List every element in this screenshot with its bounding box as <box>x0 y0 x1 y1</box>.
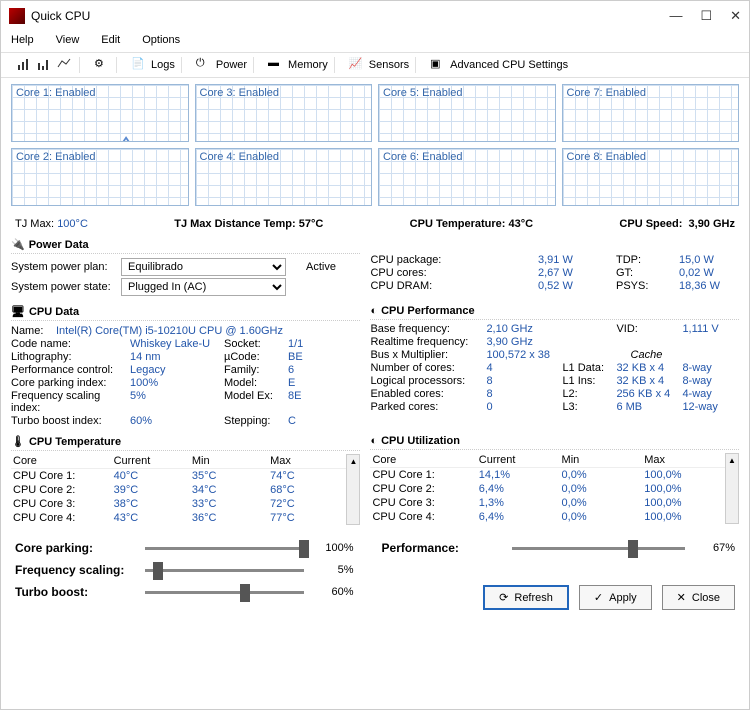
sensors-button[interactable]: Sensors <box>369 59 409 71</box>
menu-view[interactable]: View <box>56 34 80 46</box>
core-graph-3[interactable]: Core 3: Enabled <box>195 84 373 142</box>
cpu-data-section: 🖥CPU Data Name:Intel(R) Core(TM) i5-1021… <box>11 303 360 427</box>
window-title: Quick CPU <box>31 9 669 23</box>
core-graph-8[interactable]: Core 8: Enabled <box>562 148 740 206</box>
cpu-icon: ▣ <box>430 57 446 73</box>
memory-button[interactable]: Memory <box>288 59 328 71</box>
gauge-icon: ◐ <box>370 435 377 447</box>
frequency-slider[interactable] <box>145 569 304 572</box>
toolbar: ⚙ 📄 Logs ⏻ Power ▬ Memory 📈 Sensors ▣ Advance… <box>1 52 749 78</box>
memory-icon: ▬ <box>268 57 284 73</box>
sensors-icon: 📈 <box>349 57 365 73</box>
power-data-section: 🔌Power Data System power plan:Equilibrad… <box>11 236 360 297</box>
status-bar: TJ Max: 100°C TJ Max Distance Temp: 57°C… <box>1 212 749 236</box>
table-row: CPU Core 3:38°C33°C72°C <box>11 497 346 511</box>
power-icon: ⏻ <box>196 57 212 73</box>
chart3-icon[interactable] <box>57 57 73 73</box>
refresh-icon: ⟳ <box>499 591 508 604</box>
check-icon: ✓ <box>594 591 603 604</box>
temp-scrollbar[interactable] <box>346 454 360 525</box>
core-graph-7[interactable]: Core 7: Enabled <box>562 84 740 142</box>
plug-icon: 🔌 <box>11 238 25 251</box>
table-row: CPU Core 4:6,4%0,0%100,0% <box>370 510 725 524</box>
cpu-util-section: ◐CPU Utilization CoreCurrentMinMax CPU C… <box>370 433 739 525</box>
monitor-icon: 🖥 <box>11 305 25 318</box>
thermometer-icon: 🌡 <box>11 435 25 448</box>
maximize-button[interactable]: ☐ <box>700 8 712 24</box>
core-graph-5[interactable]: Core 5: Enabled <box>378 84 556 142</box>
performance-slider[interactable] <box>512 547 685 550</box>
close-icon: ✕ <box>677 591 686 604</box>
cpu-temp-section: 🌡CPU Temperature CoreCurrentMinMax CPU C… <box>11 433 360 525</box>
core-graph-1[interactable]: Core 1: Enabled <box>11 84 189 142</box>
menu-edit[interactable]: Edit <box>101 34 120 46</box>
app-icon <box>9 8 25 24</box>
power-button[interactable]: Power <box>216 59 247 71</box>
table-row: CPU Core 4:43°C36°C77°C <box>11 511 346 525</box>
turbo-slider[interactable] <box>145 591 304 594</box>
core-graph-2[interactable]: Core 2: Enabled <box>11 148 189 206</box>
logs-button[interactable]: Logs <box>151 59 175 71</box>
table-row: CPU Core 2:6,4%0,0%100,0% <box>370 482 725 496</box>
menu-help[interactable]: Help <box>11 34 34 46</box>
core-graphs: Core 1: Enabled Core 3: Enabled Core 5: … <box>1 78 749 212</box>
power-state-select[interactable]: Plugged In (AC) <box>121 278 286 296</box>
power-plan-select[interactable]: Equilibrado <box>121 258 286 276</box>
table-row: CPU Core 1:40°C35°C74°C <box>11 469 346 483</box>
core-graph-4[interactable]: Core 4: Enabled <box>195 148 373 206</box>
minimize-button[interactable]: — <box>669 8 682 24</box>
gear-icon[interactable]: ⚙ <box>94 57 110 73</box>
core-graph-6[interactable]: Core 6: Enabled <box>378 148 556 206</box>
close-button[interactable]: ✕ <box>730 8 741 24</box>
core-parking-slider[interactable] <box>145 547 304 550</box>
chart2-icon[interactable] <box>37 57 53 73</box>
advanced-button[interactable]: Advanced CPU Settings <box>450 59 568 71</box>
titlebar: Quick CPU — ☐ ✕ <box>1 1 749 31</box>
util-scrollbar[interactable] <box>725 453 739 524</box>
cpu-perf-section: ◐CPU Performance Base frequency:2,10 GHz… <box>370 303 739 413</box>
chart1-icon[interactable] <box>17 57 33 73</box>
menubar: Help View Edit Options <box>1 31 749 52</box>
table-row: CPU Core 1:14,1%0,0%100,0% <box>370 468 725 482</box>
apply-button[interactable]: ✓Apply <box>579 585 652 610</box>
refresh-button[interactable]: ⟳Refresh <box>483 585 569 610</box>
close-app-button[interactable]: ✕Close <box>662 585 735 610</box>
table-row: CPU Core 2:39°C34°C68°C <box>11 483 346 497</box>
gauge-icon: ◐ <box>370 305 377 317</box>
logs-icon: 📄 <box>131 57 147 73</box>
menu-options[interactable]: Options <box>142 34 180 46</box>
table-row: CPU Core 3:1,3%0,0%100,0% <box>370 496 725 510</box>
